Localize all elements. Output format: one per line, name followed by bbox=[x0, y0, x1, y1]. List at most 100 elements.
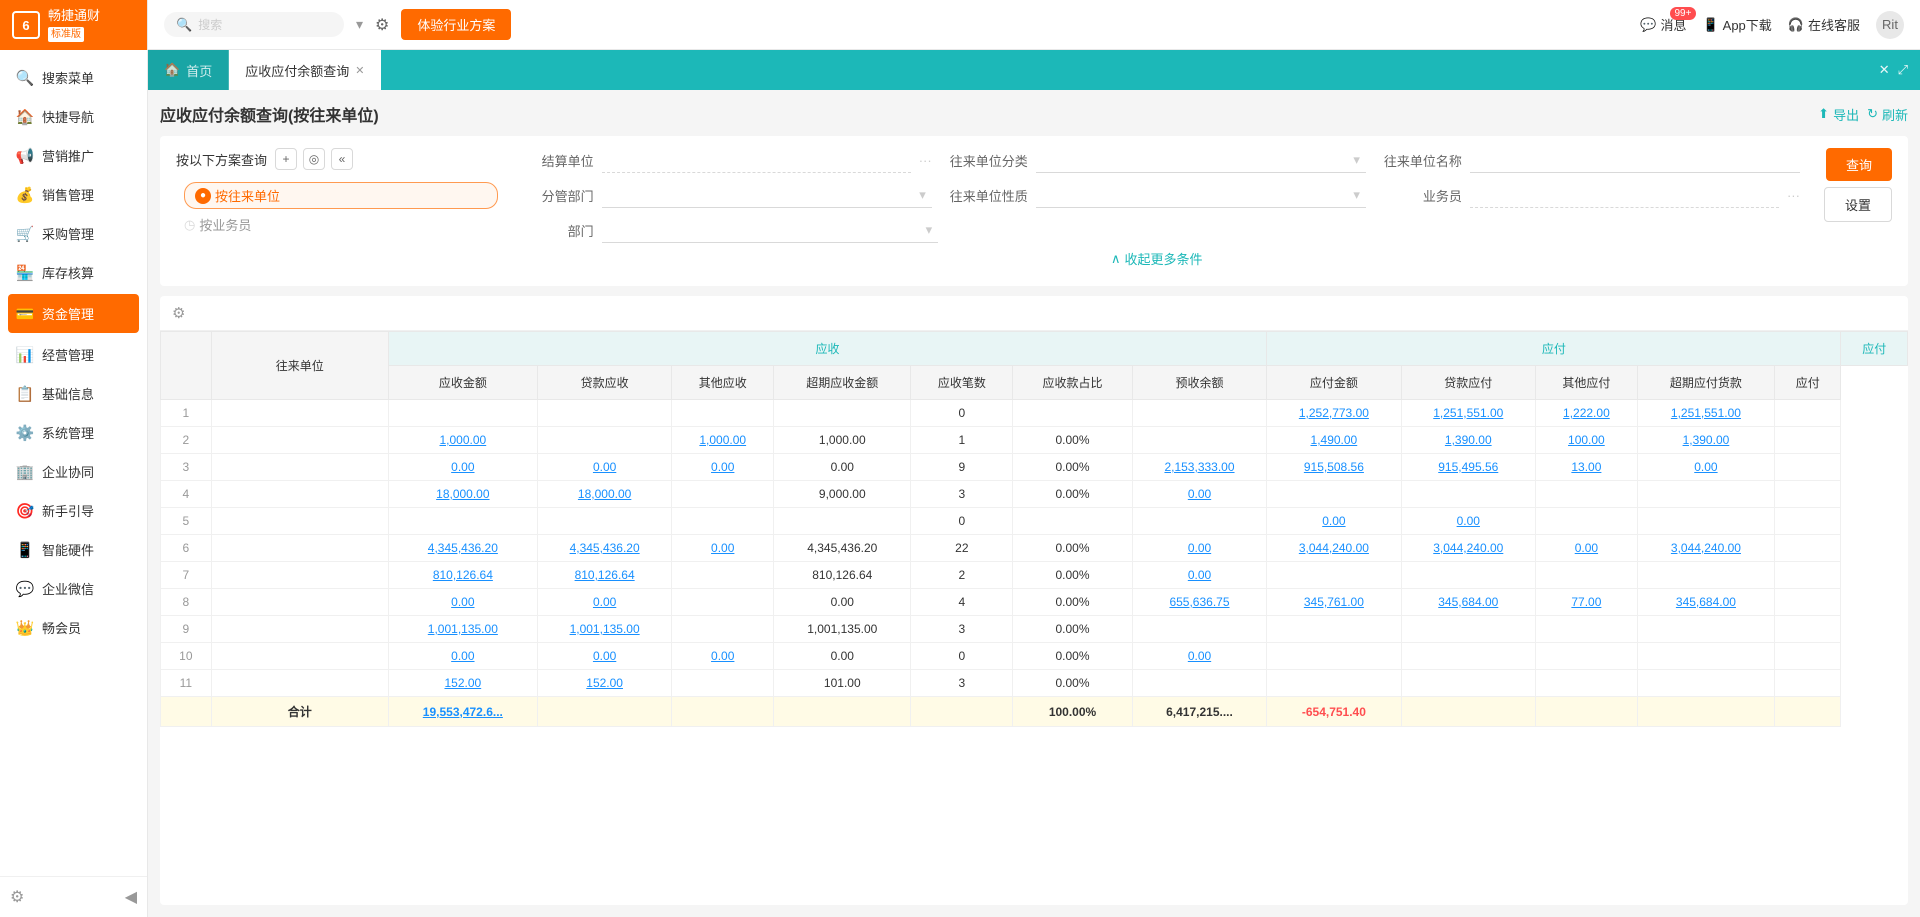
data-cell[interactable]: 345,684.00 bbox=[1401, 589, 1535, 616]
data-cell[interactable]: 0.00 bbox=[1132, 643, 1266, 670]
data-cell[interactable]: 152.00 bbox=[388, 670, 537, 697]
manage-dept-select[interactable]: ▾ bbox=[602, 183, 932, 208]
tab-home[interactable]: 🏠 首页 bbox=[148, 50, 229, 90]
data-cell[interactable]: 1,001,135.00 bbox=[388, 616, 537, 643]
query-button[interactable]: 查询 bbox=[1826, 148, 1892, 181]
mode-by-salesperson[interactable]: ◷ 按业务员 bbox=[184, 215, 498, 234]
data-cell[interactable]: 0.00 bbox=[537, 643, 671, 670]
data-cell[interactable]: 345,684.00 bbox=[1637, 589, 1774, 616]
data-cell[interactable]: 3,044,240.00 bbox=[1267, 535, 1401, 562]
data-cell[interactable]: 0.00 bbox=[388, 589, 537, 616]
data-cell[interactable]: 915,508.56 bbox=[1267, 454, 1401, 481]
data-cell[interactable]: 0.00 bbox=[1267, 508, 1401, 535]
salesperson-ellipsis-icon[interactable]: ··· bbox=[1787, 188, 1800, 203]
data-cell[interactable]: 0.00 bbox=[1132, 481, 1266, 508]
add-scheme-icon[interactable]: + bbox=[275, 148, 297, 170]
data-cell[interactable]: 3,044,240.00 bbox=[1401, 535, 1535, 562]
data-cell[interactable]: 1,222.00 bbox=[1535, 400, 1637, 427]
sidebar-collapse-btn[interactable]: ◀ bbox=[125, 887, 137, 907]
topbar-search[interactable]: 🔍 搜索 bbox=[164, 12, 344, 37]
sidebar-settings-btn[interactable]: ⚙ bbox=[10, 887, 24, 907]
data-cell[interactable]: 0.00 bbox=[1132, 562, 1266, 589]
data-cell[interactable]: 810,126.64 bbox=[388, 562, 537, 589]
sidebar-item-marketing[interactable]: 📢 营销推广 bbox=[0, 136, 147, 175]
set-button[interactable]: 设置 bbox=[1824, 187, 1892, 222]
close-window-icon[interactable]: ✕ bbox=[1879, 62, 1890, 78]
data-cell[interactable]: 1,251,551.00 bbox=[1637, 400, 1774, 427]
data-cell[interactable]: 2,153,333.00 bbox=[1132, 454, 1266, 481]
data-cell[interactable]: 1,000.00 bbox=[672, 427, 774, 454]
salesperson-input[interactable] bbox=[1470, 184, 1779, 208]
data-cell[interactable]: 0.00 bbox=[388, 643, 537, 670]
data-cell[interactable]: 0.00 bbox=[1401, 508, 1535, 535]
data-cell[interactable]: 0.00 bbox=[1132, 535, 1266, 562]
data-cell[interactable]: 1,000.00 bbox=[388, 427, 537, 454]
dept-select[interactable]: ▾ bbox=[602, 218, 939, 243]
mode-by-counterpart[interactable]: ● 按往来单位 bbox=[184, 182, 498, 209]
refresh-button[interactable]: ↻ 刷新 bbox=[1867, 105, 1908, 124]
data-cell[interactable]: 18,000.00 bbox=[537, 481, 671, 508]
settlement-unit-input[interactable] bbox=[602, 149, 911, 173]
sidebar-item-member[interactable]: 👑 畅会员 bbox=[0, 608, 147, 647]
footer-ar-total[interactable]: 19,553,472.6... bbox=[388, 697, 537, 727]
settings-gear-icon[interactable]: ⚙ bbox=[375, 15, 389, 35]
data-cell[interactable]: 1,252,773.00 bbox=[1267, 400, 1401, 427]
counterpart-nature-select[interactable]: ▾ bbox=[1036, 183, 1366, 208]
data-cell[interactable]: 1,001,135.00 bbox=[537, 616, 671, 643]
settlement-ellipsis-icon[interactable]: ··· bbox=[919, 153, 932, 168]
data-cell[interactable]: 77.00 bbox=[1535, 589, 1637, 616]
collapse-conditions-btn[interactable]: ∧ 收起更多条件 bbox=[514, 243, 1800, 274]
sidebar-item-operation[interactable]: 📊 经营管理 bbox=[0, 335, 147, 374]
data-cell[interactable]: 18,000.00 bbox=[388, 481, 537, 508]
data-cell[interactable]: 0.00 bbox=[388, 454, 537, 481]
data-cell[interactable]: 3,044,240.00 bbox=[1637, 535, 1774, 562]
sidebar-item-finance[interactable]: 💳 资金管理 bbox=[8, 294, 139, 333]
data-cell[interactable]: 0.00 bbox=[537, 589, 671, 616]
data-cell[interactable]: 1,390.00 bbox=[1401, 427, 1535, 454]
data-cell[interactable]: 0.00 bbox=[1535, 535, 1637, 562]
counterpart-category-select[interactable]: ▾ bbox=[1036, 148, 1366, 173]
solution-button[interactable]: 体验行业方案 bbox=[401, 9, 511, 40]
dropdown-arrow[interactable]: ▾ bbox=[356, 16, 363, 33]
counterpart-name-input[interactable] bbox=[1470, 149, 1800, 173]
data-cell[interactable]: 100.00 bbox=[1535, 427, 1637, 454]
data-cell[interactable]: 655,636.75 bbox=[1132, 589, 1266, 616]
sidebar-item-guide[interactable]: 🎯 新手引导 bbox=[0, 491, 147, 530]
data-cell[interactable]: 1,251,551.00 bbox=[1401, 400, 1535, 427]
tab-ar-ap[interactable]: 应收应付余额查询 ✕ bbox=[229, 50, 381, 90]
more-scheme-icon[interactable]: « bbox=[331, 148, 353, 170]
data-cell[interactable]: 345,761.00 bbox=[1267, 589, 1401, 616]
sidebar-item-enterprise[interactable]: 🏢 企业协同 bbox=[0, 452, 147, 491]
export-button[interactable]: ⬆ 导出 bbox=[1818, 105, 1859, 124]
data-cell[interactable]: 0.00 bbox=[672, 643, 774, 670]
sidebar-item-search[interactable]: 🔍 搜索菜单 bbox=[0, 58, 147, 97]
data-cell[interactable]: 0.00 bbox=[672, 454, 774, 481]
data-cell[interactable]: 1,490.00 bbox=[1267, 427, 1401, 454]
sidebar-item-sales[interactable]: 💰 销售管理 bbox=[0, 175, 147, 214]
close-tab-icon[interactable]: ✕ bbox=[355, 64, 364, 77]
data-cell[interactable]: 1,390.00 bbox=[1637, 427, 1774, 454]
online-service-button[interactable]: 🎧 在线客服 bbox=[1788, 15, 1860, 34]
data-cell[interactable]: 4,345,436.20 bbox=[537, 535, 671, 562]
sidebar-item-wechat[interactable]: 💬 企业微信 bbox=[0, 569, 147, 608]
app-download-button[interactable]: 📱 App下载 bbox=[1702, 15, 1771, 34]
sidebar-item-purchase[interactable]: 🛒 采购管理 bbox=[0, 214, 147, 253]
sidebar-item-quicknav[interactable]: 🏠 快捷导航 bbox=[0, 97, 147, 136]
sidebar-item-system[interactable]: ⚙️ 系统管理 bbox=[0, 413, 147, 452]
sidebar-item-hardware[interactable]: 📱 智能硬件 bbox=[0, 530, 147, 569]
data-cell[interactable]: 0.00 bbox=[537, 454, 671, 481]
data-cell[interactable]: 0.00 bbox=[1637, 454, 1774, 481]
data-cell[interactable]: 915,495.56 bbox=[1401, 454, 1535, 481]
data-cell[interactable]: 810,126.64 bbox=[537, 562, 671, 589]
sidebar-item-inventory[interactable]: 🏪 库存核算 bbox=[0, 253, 147, 292]
data-cell[interactable]: 4,345,436.20 bbox=[388, 535, 537, 562]
sidebar-item-basicinfo[interactable]: 📋 基础信息 bbox=[0, 374, 147, 413]
maximize-icon[interactable]: ⤢ bbox=[1898, 62, 1908, 78]
data-cell[interactable]: 0.00 bbox=[672, 535, 774, 562]
data-cell[interactable]: 13.00 bbox=[1535, 454, 1637, 481]
messages-button[interactable]: 💬 消息 99+ bbox=[1640, 15, 1686, 34]
table-settings-icon[interactable]: ⚙ bbox=[172, 304, 185, 322]
data-cell[interactable]: 152.00 bbox=[537, 670, 671, 697]
user-avatar[interactable]: Rit bbox=[1876, 11, 1904, 39]
edit-scheme-icon[interactable]: ◎ bbox=[303, 148, 325, 170]
